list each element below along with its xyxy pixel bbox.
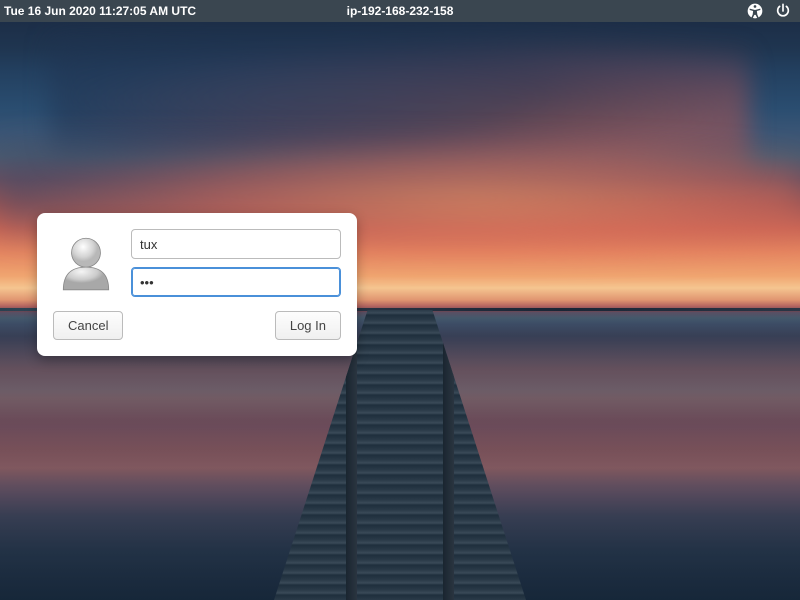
login-button[interactable]: Log In	[275, 311, 341, 340]
username-field[interactable]	[131, 229, 341, 259]
top-bar-right	[746, 2, 792, 20]
login-panel: Cancel Log In	[37, 213, 357, 356]
password-field[interactable]	[131, 267, 341, 297]
clock-datetime: Tue 16 Jun 2020 11:27:05 AM UTC	[0, 4, 196, 18]
power-icon[interactable]	[774, 2, 792, 20]
hostname-label: ip-192-168-232-158	[347, 4, 454, 18]
accessibility-icon[interactable]	[746, 2, 764, 20]
user-avatar-icon	[53, 230, 119, 296]
cancel-button[interactable]: Cancel	[53, 311, 123, 340]
top-bar: Tue 16 Jun 2020 11:27:05 AM UTC ip-192-1…	[0, 0, 800, 22]
